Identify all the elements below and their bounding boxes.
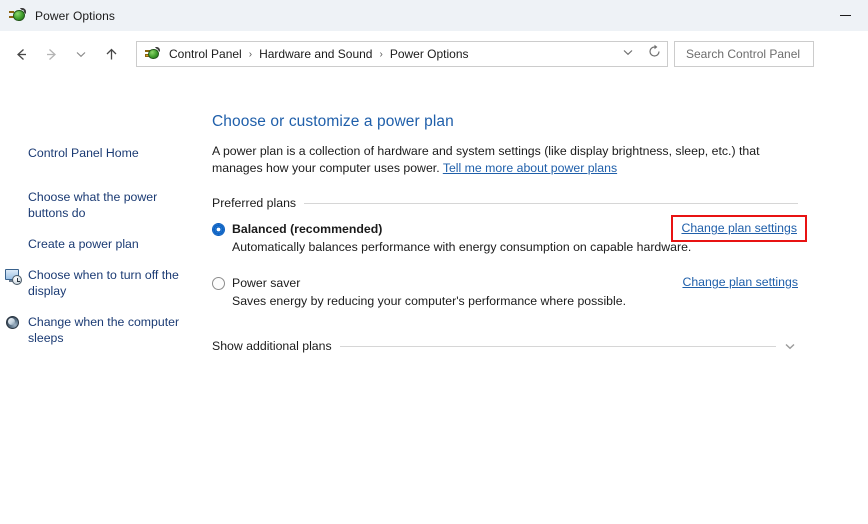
sidebar-item-turn-off-display[interactable]: Choose when to turn off the display bbox=[0, 267, 190, 299]
tell-me-more-link[interactable]: Tell me more about power plans bbox=[443, 161, 617, 175]
sidebar-item-create-power-plan[interactable]: Create a power plan bbox=[0, 236, 190, 252]
chevron-down-icon bbox=[74, 47, 88, 61]
arrow-right-icon bbox=[43, 46, 60, 63]
sleep-icon bbox=[5, 315, 21, 331]
search-input[interactable] bbox=[684, 46, 813, 62]
change-plan-settings-link-balanced[interactable]: Change plan settings bbox=[671, 215, 807, 242]
address-bar-actions bbox=[615, 42, 667, 66]
breadcrumb-separator-icon: › bbox=[379, 48, 383, 60]
window-title: Power Options bbox=[35, 8, 116, 23]
page-description: A power plan is a collection of hardware… bbox=[212, 143, 794, 177]
show-additional-plans[interactable]: Show additional plans bbox=[212, 338, 798, 354]
refresh-icon bbox=[647, 44, 662, 64]
chevron-down-icon[interactable] bbox=[782, 338, 798, 354]
power-plug-icon bbox=[9, 7, 27, 25]
sidebar-item-choose-power-buttons[interactable]: Choose what the power buttons do bbox=[0, 189, 190, 221]
power-plan-name: Balanced (recommended) bbox=[232, 222, 383, 236]
up-button[interactable] bbox=[96, 39, 126, 69]
recent-locations-button[interactable] bbox=[66, 39, 96, 69]
breadcrumb-power-plug-icon bbox=[145, 46, 161, 62]
minimize-button[interactable] bbox=[822, 0, 868, 31]
arrow-left-icon bbox=[13, 46, 30, 63]
page-title: Choose or customize a power plan bbox=[212, 113, 454, 130]
breadcrumb-separator-icon: › bbox=[248, 48, 253, 60]
breadcrumb-item-control-panel[interactable]: Control Panel bbox=[167, 47, 244, 61]
sidebar-item-control-panel-home[interactable]: Control Panel Home bbox=[0, 145, 190, 161]
sidebar-item-label: Choose when to turn off the display bbox=[28, 268, 179, 298]
window-titlebar: Power Options bbox=[0, 0, 868, 31]
page-body: Control Panel Home Choose what the power… bbox=[0, 77, 868, 524]
chevron-down-icon bbox=[621, 45, 635, 64]
sidebar-item-computer-sleeps[interactable]: Change when the computer sleeps bbox=[0, 314, 190, 346]
address-dropdown-button[interactable] bbox=[615, 42, 641, 66]
power-plan-name: Power saver bbox=[232, 276, 301, 290]
show-additional-plans-label: Show additional plans bbox=[212, 339, 332, 353]
window-controls bbox=[822, 0, 868, 31]
address-bar[interactable]: Control Panel › Hardware and Sound › Pow… bbox=[136, 41, 668, 67]
sidebar-item-label: Create a power plan bbox=[28, 237, 139, 251]
section-divider bbox=[339, 345, 776, 347]
power-plan-description: Automatically balances performance with … bbox=[232, 240, 692, 254]
preferred-plans-header: Preferred plans bbox=[212, 196, 798, 210]
section-divider bbox=[304, 202, 798, 204]
forward-button[interactable] bbox=[36, 39, 66, 69]
radio-balanced[interactable] bbox=[212, 222, 225, 236]
sidebar-item-label: Change when the computer sleeps bbox=[28, 315, 180, 345]
sidebar-item-label: Control Panel Home bbox=[28, 146, 139, 160]
breadcrumb-item-power-options[interactable]: Power Options bbox=[388, 47, 471, 61]
radio-power-saver[interactable] bbox=[212, 276, 225, 290]
power-plan-power-saver: Power saver Saves energy by reducing you… bbox=[212, 275, 798, 308]
main-panel: Choose or customize a power plan A power… bbox=[212, 77, 868, 524]
back-button[interactable] bbox=[6, 39, 36, 69]
preferred-plans-label: Preferred plans bbox=[212, 196, 297, 210]
breadcrumb: Control Panel › Hardware and Sound › Pow… bbox=[167, 47, 471, 61]
change-plan-settings-link-power-saver[interactable]: Change plan settings bbox=[682, 275, 798, 289]
arrow-up-icon bbox=[103, 46, 120, 63]
search-box[interactable] bbox=[674, 41, 814, 67]
navigation-bar: Control Panel › Hardware and Sound › Pow… bbox=[0, 31, 868, 77]
power-plan-balanced: Balanced (recommended) Automatically bal… bbox=[212, 215, 807, 254]
power-plan-description: Saves energy by reducing your computer's… bbox=[232, 294, 626, 308]
refresh-button[interactable] bbox=[641, 42, 667, 66]
display-clock-icon bbox=[5, 268, 22, 285]
breadcrumb-item-hardware-and-sound[interactable]: Hardware and Sound bbox=[257, 47, 374, 61]
minimize-icon bbox=[839, 15, 851, 16]
sidebar: Control Panel Home Choose what the power… bbox=[0, 77, 212, 524]
sidebar-item-label: Choose what the power buttons do bbox=[28, 190, 158, 220]
